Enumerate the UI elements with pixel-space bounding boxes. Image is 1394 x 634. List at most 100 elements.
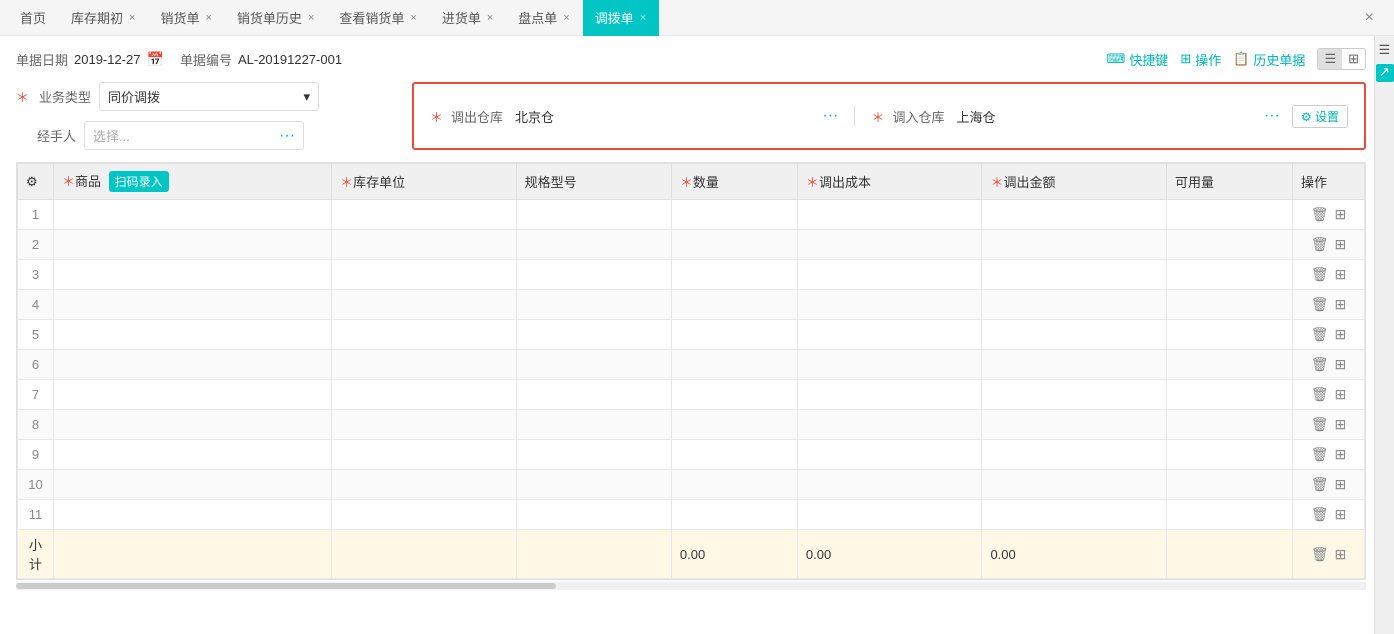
product-cell[interactable] (54, 350, 332, 380)
settings-button[interactable]: ⚙ 设置 (1292, 105, 1348, 128)
amount-cell[interactable] (982, 290, 1167, 320)
qty-cell[interactable] (671, 380, 797, 410)
qty-cell[interactable] (671, 500, 797, 530)
shortcut-keys-button[interactable]: ⌨ 快捷键 (1107, 50, 1169, 69)
unit-cell[interactable] (332, 260, 517, 290)
spec-cell[interactable] (516, 410, 671, 440)
delete-icon[interactable]: 🗑 (1311, 506, 1329, 523)
unit-cell[interactable] (332, 380, 517, 410)
copy-icon[interactable]: ⊞ (1335, 266, 1347, 283)
qty-cell[interactable] (671, 410, 797, 440)
copy-icon[interactable]: ⊞ (1335, 446, 1347, 463)
transfer-in-more-icon[interactable]: ··· (1264, 107, 1280, 125)
delete-icon[interactable]: 🗑 (1311, 446, 1329, 463)
unit-cell[interactable] (332, 350, 517, 380)
close-tab-inventory-init[interactable]: × (129, 12, 135, 24)
list-view-button[interactable]: ☰ (1318, 49, 1342, 69)
spec-cell[interactable] (516, 200, 671, 230)
operations-button[interactable]: ⊞ 操作 (1180, 50, 1221, 69)
amount-cell[interactable] (982, 440, 1167, 470)
amount-cell[interactable] (982, 260, 1167, 290)
sidebar-list-icon[interactable]: ☰ (1376, 42, 1394, 60)
qty-cell[interactable] (671, 200, 797, 230)
close-tab-transfer[interactable]: × (640, 12, 646, 24)
copy-icon[interactable]: ⊞ (1335, 206, 1347, 223)
unit-cell[interactable] (332, 410, 517, 440)
scrollbar-thumb[interactable] (16, 583, 556, 589)
cost-cell[interactable] (797, 200, 982, 230)
amount-cell[interactable] (982, 350, 1167, 380)
qty-cell[interactable] (671, 260, 797, 290)
copy-icon[interactable]: ⊞ (1335, 356, 1347, 373)
close-tab-purchase-order[interactable]: × (487, 12, 493, 24)
available-cell[interactable] (1166, 230, 1292, 260)
copy-icon[interactable]: ⊞ (1335, 506, 1347, 523)
available-cell[interactable] (1166, 500, 1292, 530)
spec-cell[interactable] (516, 380, 671, 410)
amount-cell[interactable] (982, 200, 1167, 230)
delete-icon[interactable]: 🗑 (1311, 266, 1329, 283)
copy-icon[interactable]: ⊞ (1335, 296, 1347, 313)
unit-cell[interactable] (332, 440, 517, 470)
tab-purchase-order[interactable]: 进货单 × (430, 0, 506, 36)
handler-select[interactable]: 选择... ··· (84, 121, 304, 150)
amount-cell[interactable] (982, 410, 1167, 440)
grid-view-button[interactable]: ⊞ (1342, 49, 1365, 69)
qty-cell[interactable] (671, 470, 797, 500)
tab-transfer[interactable]: 调拨单 × (583, 0, 659, 36)
copy-icon[interactable]: ⊞ (1335, 326, 1347, 343)
cost-cell[interactable] (797, 500, 982, 530)
unit-cell[interactable] (332, 230, 517, 260)
available-cell[interactable] (1166, 380, 1292, 410)
delete-icon[interactable]: 🗑 (1311, 386, 1329, 403)
cost-cell[interactable] (797, 470, 982, 500)
spec-cell[interactable] (516, 320, 671, 350)
cost-cell[interactable] (797, 350, 982, 380)
delete-icon[interactable]: 🗑 (1311, 236, 1329, 253)
cost-cell[interactable] (797, 320, 982, 350)
amount-cell[interactable] (982, 470, 1167, 500)
amount-cell[interactable] (982, 230, 1167, 260)
copy-icon[interactable]: ⊞ (1335, 236, 1347, 253)
unit-cell[interactable] (332, 320, 517, 350)
product-cell[interactable] (54, 230, 332, 260)
available-cell[interactable] (1166, 410, 1292, 440)
available-cell[interactable] (1166, 320, 1292, 350)
tab-sales-order[interactable]: 销货单 × (148, 0, 224, 36)
cost-cell[interactable] (797, 440, 982, 470)
spec-cell[interactable] (516, 350, 671, 380)
tab-home[interactable]: 首页 (8, 0, 59, 36)
close-tab-sales-history[interactable]: × (308, 12, 314, 24)
delete-icon[interactable]: 🗑 (1311, 206, 1329, 223)
cost-cell[interactable] (797, 230, 982, 260)
unit-cell[interactable] (332, 290, 517, 320)
amount-cell[interactable] (982, 500, 1167, 530)
copy-icon[interactable]: ⊞ (1335, 476, 1347, 493)
delete-icon-sub[interactable]: 🗑 (1311, 546, 1329, 563)
cost-cell[interactable] (797, 380, 982, 410)
product-cell[interactable] (54, 320, 332, 350)
available-cell[interactable] (1166, 470, 1292, 500)
sidebar-expand-icon[interactable]: ↗ (1376, 64, 1394, 82)
spec-cell[interactable] (516, 470, 671, 500)
business-type-select[interactable]: 同价调拨 ▾ (99, 82, 319, 111)
close-tab-sales-order[interactable]: × (205, 12, 211, 24)
close-tab-stocktake[interactable]: × (563, 12, 569, 24)
spec-cell[interactable] (516, 500, 671, 530)
amount-cell[interactable] (982, 320, 1167, 350)
th-gear[interactable]: ⚙ (18, 164, 54, 200)
copy-icon-sub[interactable]: ⊞ (1335, 546, 1347, 563)
delete-icon[interactable]: 🗑 (1311, 326, 1329, 343)
spec-cell[interactable] (516, 440, 671, 470)
close-tab-view-sales[interactable]: × (410, 12, 416, 24)
calendar-icon[interactable]: 📅 (147, 51, 164, 68)
horizontal-scrollbar[interactable] (16, 582, 1366, 590)
copy-icon[interactable]: ⊞ (1335, 416, 1347, 433)
scan-entry-button[interactable]: 扫码录入 (109, 171, 169, 192)
unit-cell[interactable] (332, 500, 517, 530)
tab-sales-history[interactable]: 销货单历史 × (225, 0, 327, 36)
history-docs-button[interactable]: 📋 历史单据 (1233, 50, 1305, 69)
delete-icon[interactable]: 🗑 (1311, 296, 1329, 313)
tab-view-sales[interactable]: 查看销货单 × (327, 0, 429, 36)
product-cell[interactable] (54, 260, 332, 290)
